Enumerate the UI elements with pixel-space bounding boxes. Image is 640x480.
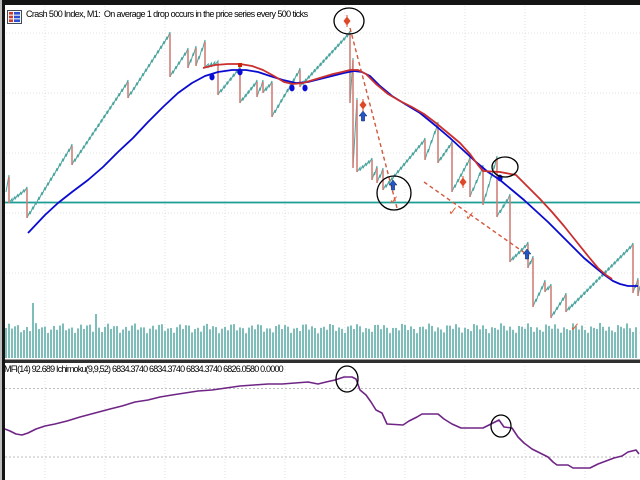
main-chart-canvas[interactable]: ✓ ✓ ✓ ✓	[0, 0, 640, 480]
table-chart-icon	[7, 10, 22, 24]
svg-text:✓: ✓	[465, 209, 475, 223]
mfi-line	[4, 376, 640, 469]
window-top-border	[0, 0, 640, 5]
price-series	[5, 30, 640, 319]
window-left-border	[2, 4, 5, 480]
svg-text:✓: ✓	[570, 320, 580, 334]
indicator-values-label: MFI(14) 92.689 Ichimoku(9,9,52) 6834.374…	[4, 364, 284, 374]
red-ma-line	[202, 63, 613, 280]
chart-comment-label: Crash 500 Index, M1: On average 1 drop o…	[26, 9, 308, 19]
panel-splitter[interactable]	[0, 359, 640, 363]
svg-text:✓: ✓	[389, 193, 399, 207]
volume-histogram	[5, 303, 637, 358]
svg-text:✓: ✓	[448, 204, 458, 218]
mt-chart-window: ✓ ✓ ✓ ✓ Crash 500 Index, M1: On average 1 d…	[0, 0, 640, 480]
dashed-trendlines	[349, 27, 530, 257]
blue-ma-line	[27, 69, 638, 287]
